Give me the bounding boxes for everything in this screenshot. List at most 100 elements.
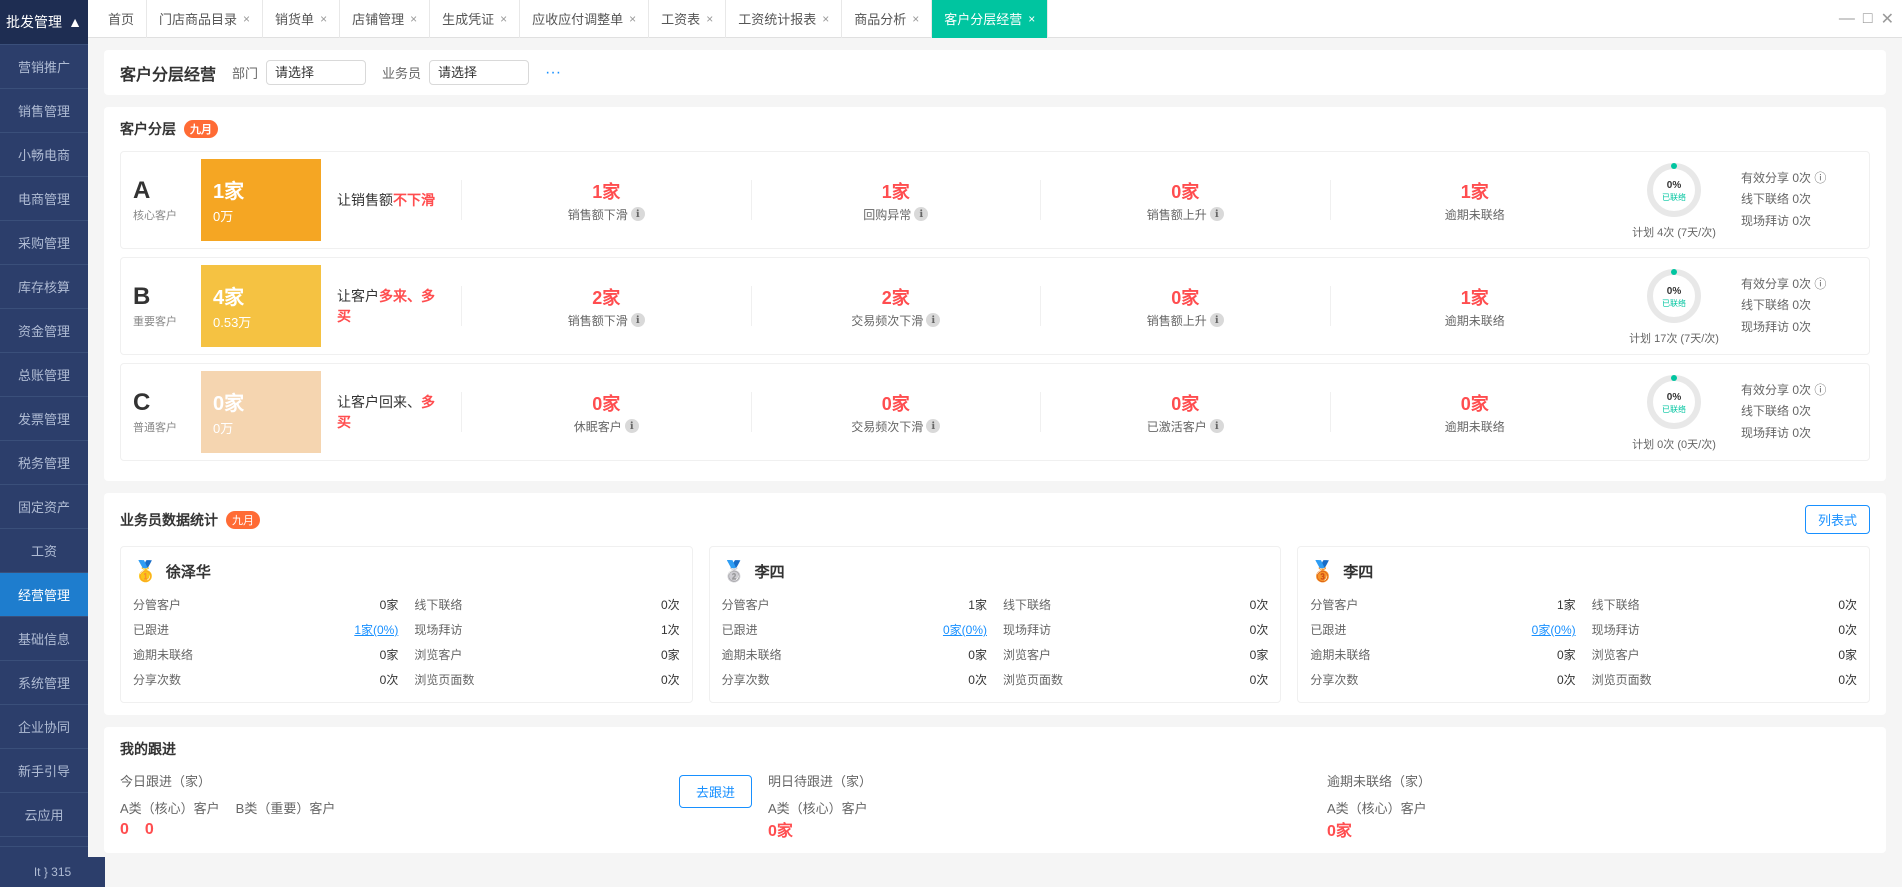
svg-text:已联络: 已联络: [1662, 192, 1686, 202]
info-icon[interactable]: ℹ: [1210, 207, 1224, 221]
sidebar-logo-text: 批发管理: [6, 12, 62, 32]
tab-actions: — □ ✕: [1839, 9, 1894, 29]
tab-客户分层经营[interactable]: 客户分层经营×: [932, 0, 1048, 38]
followup-tomorrow-col: 明日待跟进（家） A类（核心）客户 0家: [768, 771, 1311, 841]
sidebar-item-企业协同[interactable]: 企业协同: [0, 705, 88, 749]
sidebar-item-库存核算[interactable]: 库存核算: [0, 265, 88, 309]
window-restore-icon[interactable]: □: [1863, 10, 1873, 28]
list-view-button[interactable]: 列表式: [1805, 505, 1870, 534]
tab-close-icon[interactable]: ×: [243, 12, 250, 26]
sidebar-item-资金管理[interactable]: 资金管理: [0, 309, 88, 353]
tab-门店商品目录[interactable]: 门店商品目录×: [147, 0, 263, 38]
tier-stat-num: 1家: [768, 178, 1025, 204]
staff-filter: 业务员 请选择: [382, 60, 529, 85]
tab-生成凭证[interactable]: 生成凭证×: [430, 0, 520, 38]
slogan-highlight: 多买: [337, 394, 435, 430]
sidebar-item-采购管理[interactable]: 采购管理: [0, 221, 88, 265]
tier-stat-1[interactable]: 2家 交易频次下滑 ℹ: [752, 276, 1041, 337]
sidebar-item-固定资产[interactable]: 固定资产: [0, 485, 88, 529]
info-icon[interactable]: ℹ: [631, 207, 645, 221]
overdue-tier-label: A类（核心）客户 0家: [1327, 798, 1870, 841]
staff-stat-value: 0次: [1250, 621, 1269, 638]
tier-stat-0[interactable]: 2家 销售额下滑 ℹ: [462, 276, 751, 337]
staff-stat-value[interactable]: 0家(0%): [943, 621, 987, 638]
tier-stat-2[interactable]: 0家 销售额上升 ℹ: [1041, 170, 1330, 231]
tier-stat-0[interactable]: 1家 销售额下滑 ℹ: [462, 170, 751, 231]
staff-medal: 🥈: [722, 559, 747, 584]
tab-close-icon[interactable]: ×: [410, 12, 417, 26]
staff-stat-value: 0家: [1250, 646, 1269, 663]
info-icon[interactable]: ℹ: [926, 419, 940, 433]
tab-店铺管理[interactable]: 店铺管理×: [340, 0, 430, 38]
page-header: 客户分层经营 部门 请选择 业务员 请选择 ···: [104, 50, 1886, 95]
staff-select[interactable]: 请选择: [429, 60, 529, 85]
sidebar-item-云应用[interactable]: 云应用: [0, 793, 88, 837]
tier-letter: A: [133, 177, 189, 205]
window-minimize-icon[interactable]: —: [1839, 10, 1855, 28]
tier-stat-1[interactable]: 1家 回购异常 ℹ: [752, 170, 1041, 231]
window-close-icon[interactable]: ✕: [1881, 9, 1894, 29]
info-icon[interactable]: ℹ: [1210, 313, 1224, 327]
tab-工资表[interactable]: 工资表×: [649, 0, 726, 38]
staff-stat-value: 0家: [1838, 646, 1857, 663]
staff-stat-value[interactable]: 0家(0%): [1532, 621, 1576, 638]
sidebar-item-工资[interactable]: 工资: [0, 529, 88, 573]
sidebar-item-销售管理[interactable]: 销售管理: [0, 89, 88, 133]
sidebar-item-发票管理[interactable]: 发票管理: [0, 397, 88, 441]
sidebar-item-新手引导[interactable]: 新手引导: [0, 749, 88, 793]
tier-stat-1[interactable]: 0家 交易频次下滑 ℹ: [752, 382, 1041, 443]
tier-stat-3[interactable]: 1家 逾期未联络: [1331, 276, 1620, 337]
tab-工资统计报表[interactable]: 工资统计报表×: [726, 0, 842, 38]
staff-stat-value: 0次: [1250, 596, 1269, 613]
info-icon[interactable]: ℹ: [631, 313, 645, 327]
sidebar-item-基础信息[interactable]: 基础信息: [0, 617, 88, 661]
info-icon[interactable]: ℹ: [625, 419, 639, 433]
sidebar-item-经营管理[interactable]: 经营管理: [0, 573, 88, 617]
staff-stat-value: 0家: [380, 646, 399, 663]
sidebar-item-电商管理[interactable]: 电商管理: [0, 177, 88, 221]
info-icon[interactable]: ℹ: [1210, 419, 1224, 433]
tier-stat-3[interactable]: 1家 逾期未联络: [1331, 170, 1620, 231]
tier-label-A: A 核心客户: [121, 161, 201, 239]
tier-stat-0[interactable]: 0家 休眠客户 ℹ: [462, 382, 751, 443]
sidebar-logo[interactable]: 批发管理 ▲: [0, 0, 88, 45]
goto-followup-button[interactable]: 去跟进: [679, 775, 752, 808]
staff-stat-value[interactable]: 1家(0%): [354, 621, 398, 638]
staff-stat-label: 已跟进: [722, 621, 758, 638]
sidebar-item-营销推广[interactable]: 营销推广: [0, 45, 88, 89]
tab-close-icon[interactable]: ×: [629, 12, 636, 26]
tab-销货单[interactable]: 销货单×: [263, 0, 340, 38]
tab-应收应付调整单[interactable]: 应收应付调整单×: [520, 0, 649, 38]
tab-close-icon[interactable]: ×: [1028, 12, 1035, 26]
sidebar-expand-icon[interactable]: ▲: [68, 14, 82, 30]
tab-close-icon[interactable]: ×: [500, 12, 507, 26]
tier-stat-label: 已激活客户 ℹ: [1057, 418, 1314, 435]
tab-close-icon[interactable]: ×: [912, 12, 919, 26]
tier-stat-3[interactable]: 0家 逾期未联络: [1331, 382, 1620, 443]
tab-首页[interactable]: 首页: [96, 0, 147, 38]
tab-close-icon[interactable]: ×: [706, 12, 713, 26]
sidebar-item-税务管理[interactable]: 税务管理: [0, 441, 88, 485]
tab-close-icon[interactable]: ×: [320, 12, 327, 26]
sidebar-item-小畅电商[interactable]: 小畅电商: [0, 133, 88, 177]
sidebar-item-系统管理[interactable]: 系统管理: [0, 661, 88, 705]
tier-stat-num: 1家: [1347, 178, 1604, 204]
info-icon[interactable]: ℹ: [914, 207, 928, 221]
tab-close-icon[interactable]: ×: [822, 12, 829, 26]
dept-select[interactable]: 请选择: [266, 60, 366, 85]
sidebar-item-总账管理[interactable]: 总账管理: [0, 353, 88, 397]
circle-chart: 0% 已联络: [1644, 372, 1704, 432]
tab-label: 商品分析: [854, 9, 906, 28]
tier-stat-2[interactable]: 0家 销售额上升 ℹ: [1041, 276, 1330, 337]
tab-商品分析[interactable]: 商品分析 ×: [842, 0, 932, 38]
filter-more-icon[interactable]: ···: [545, 64, 561, 82]
right-stat-item: 现场拜访 0次: [1741, 317, 1857, 339]
tier-stat-label: 销售额上升 ℹ: [1057, 206, 1314, 223]
staff-stats-grid: 分管客户 1家 线下联络 0次 已跟进 0家(0%) 现场拜访 0次 逾期未联络…: [1310, 594, 1857, 690]
info-icon[interactable]: ℹ: [926, 313, 940, 327]
tier-stat-2[interactable]: 0家 已激活客户 ℹ: [1041, 382, 1330, 443]
staff-stat-row: 已跟进 1家(0%): [133, 619, 398, 640]
tier-stat-label: 销售额下滑 ℹ: [478, 206, 735, 223]
staff-stat-row: 已跟进 0家(0%): [1310, 619, 1575, 640]
staff-title-text: 业务员数据统计: [120, 510, 218, 530]
